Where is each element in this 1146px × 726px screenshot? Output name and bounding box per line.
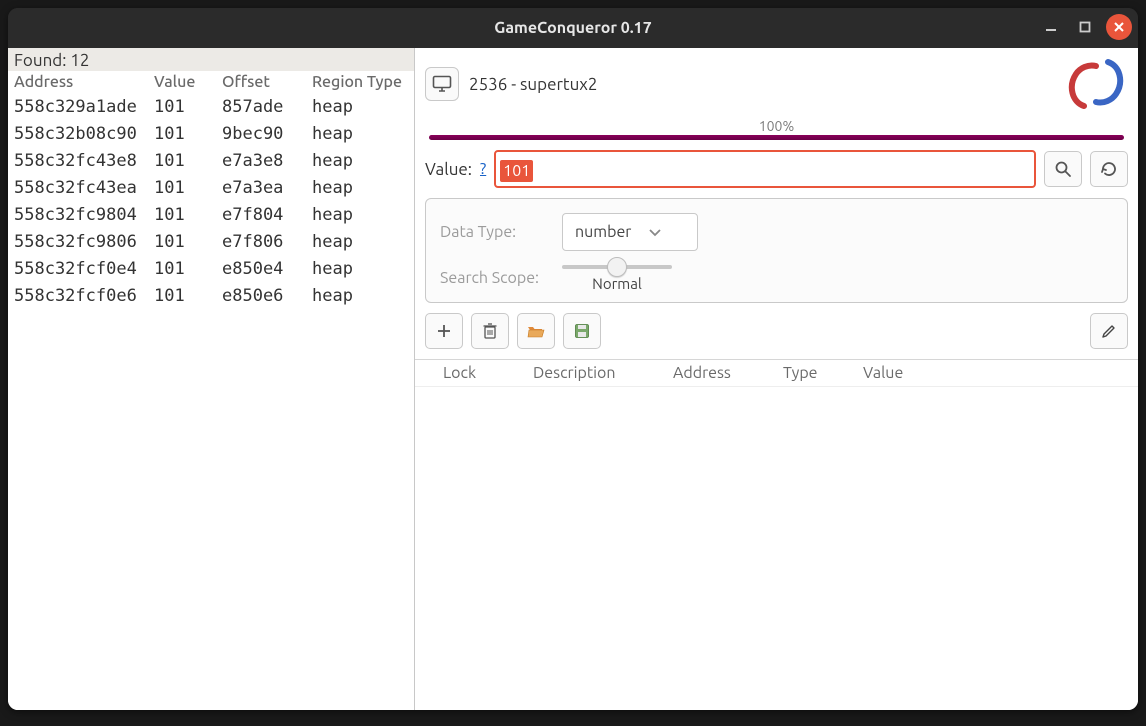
pencil-icon bbox=[1101, 323, 1117, 339]
minimize-button[interactable] bbox=[1038, 14, 1064, 40]
process-row: 2536 - supertux2 bbox=[415, 48, 1138, 118]
data-type-select[interactable]: number bbox=[562, 213, 698, 251]
folder-open-icon bbox=[527, 323, 545, 339]
result-row[interactable]: 558c32fcf0e6101e850e6heap bbox=[14, 283, 414, 310]
value-input-text: 101 bbox=[500, 160, 533, 182]
cheat-table-header: Lock Description Address Type Value bbox=[415, 359, 1138, 387]
search-scope-slider[interactable] bbox=[562, 265, 672, 269]
save-cheat-button[interactable] bbox=[563, 313, 601, 349]
value-label: Value: bbox=[425, 160, 472, 179]
refresh-icon bbox=[1100, 160, 1118, 178]
delete-cheat-button[interactable] bbox=[471, 313, 509, 349]
result-row[interactable]: 558c329a1ade101857adeheap bbox=[14, 94, 414, 121]
col-lock[interactable]: Lock bbox=[443, 364, 533, 382]
col-region[interactable]: Region Type bbox=[312, 73, 412, 91]
col-offset[interactable]: Offset bbox=[222, 73, 312, 91]
search-scope-value: Normal bbox=[592, 275, 642, 292]
window-title: GameConqueror 0.17 bbox=[494, 19, 651, 37]
save-icon bbox=[574, 323, 590, 339]
col-address[interactable]: Address bbox=[14, 73, 154, 91]
monitor-icon bbox=[432, 75, 452, 93]
data-type-label: Data Type: bbox=[440, 223, 550, 241]
result-row[interactable]: 558c32b08c901019bec90heap bbox=[14, 121, 414, 148]
results-rows[interactable]: 558c329a1ade101857adeheap558c32b08c90101… bbox=[8, 94, 414, 310]
result-row[interactable]: 558c32fcf0e4101e850e4heap bbox=[14, 256, 414, 283]
value-input[interactable]: 101 bbox=[494, 150, 1036, 188]
app-body: Found: 12 Address Value Offset Region Ty… bbox=[8, 48, 1138, 710]
search-options-panel: Data Type: number Search Scope: N bbox=[425, 198, 1128, 303]
app-logo-icon bbox=[1068, 56, 1124, 112]
select-process-button[interactable] bbox=[425, 67, 459, 101]
col-description[interactable]: Description bbox=[533, 364, 673, 382]
close-button[interactable] bbox=[1106, 14, 1132, 40]
search-button[interactable] bbox=[1044, 151, 1082, 187]
results-pane: Found: 12 Address Value Offset Region Ty… bbox=[8, 48, 415, 710]
window-controls bbox=[1038, 14, 1132, 40]
col-type[interactable]: Type bbox=[783, 364, 863, 382]
progress-label: 100% bbox=[429, 118, 1124, 134]
open-cheat-button[interactable] bbox=[517, 313, 555, 349]
cheat-toolbar bbox=[415, 313, 1138, 359]
value-row: Value: ? 101 bbox=[415, 140, 1138, 198]
result-row[interactable]: 558c32fc9806101e7f806heap bbox=[14, 229, 414, 256]
reset-button[interactable] bbox=[1090, 151, 1128, 187]
add-cheat-button[interactable] bbox=[425, 313, 463, 349]
value-help-link[interactable]: ? bbox=[480, 160, 486, 178]
memory-editor-button[interactable] bbox=[1090, 313, 1128, 349]
col-value[interactable]: Value bbox=[154, 73, 222, 91]
plus-icon bbox=[436, 323, 452, 339]
chevron-down-icon bbox=[649, 223, 661, 241]
app-window: GameConqueror 0.17 Found: 12 Address Val… bbox=[8, 8, 1138, 710]
progress: 100% bbox=[415, 118, 1138, 140]
results-header: Address Value Offset Region Type bbox=[8, 71, 414, 94]
found-count: Found: 12 bbox=[8, 48, 414, 71]
search-icon bbox=[1054, 160, 1072, 178]
result-row[interactable]: 558c32fc9804101e7f804heap bbox=[14, 202, 414, 229]
result-row[interactable]: 558c32fc43ea101e7a3eaheap bbox=[14, 175, 414, 202]
trash-icon bbox=[482, 322, 498, 340]
progress-bar bbox=[429, 135, 1124, 140]
controls-pane: 2536 - supertux2 100% Value: ? 101 bbox=[415, 48, 1138, 710]
col-cheat-address[interactable]: Address bbox=[673, 364, 783, 382]
slider-thumb[interactable] bbox=[607, 257, 627, 277]
process-label: 2536 - supertux2 bbox=[469, 75, 597, 94]
maximize-button[interactable] bbox=[1072, 14, 1098, 40]
titlebar: GameConqueror 0.17 bbox=[8, 8, 1138, 48]
search-scope-label: Search Scope: bbox=[440, 269, 550, 287]
cheat-table-body[interactable] bbox=[415, 387, 1138, 710]
result-row[interactable]: 558c32fc43e8101e7a3e8heap bbox=[14, 148, 414, 175]
col-cheat-value[interactable]: Value bbox=[863, 364, 1126, 382]
